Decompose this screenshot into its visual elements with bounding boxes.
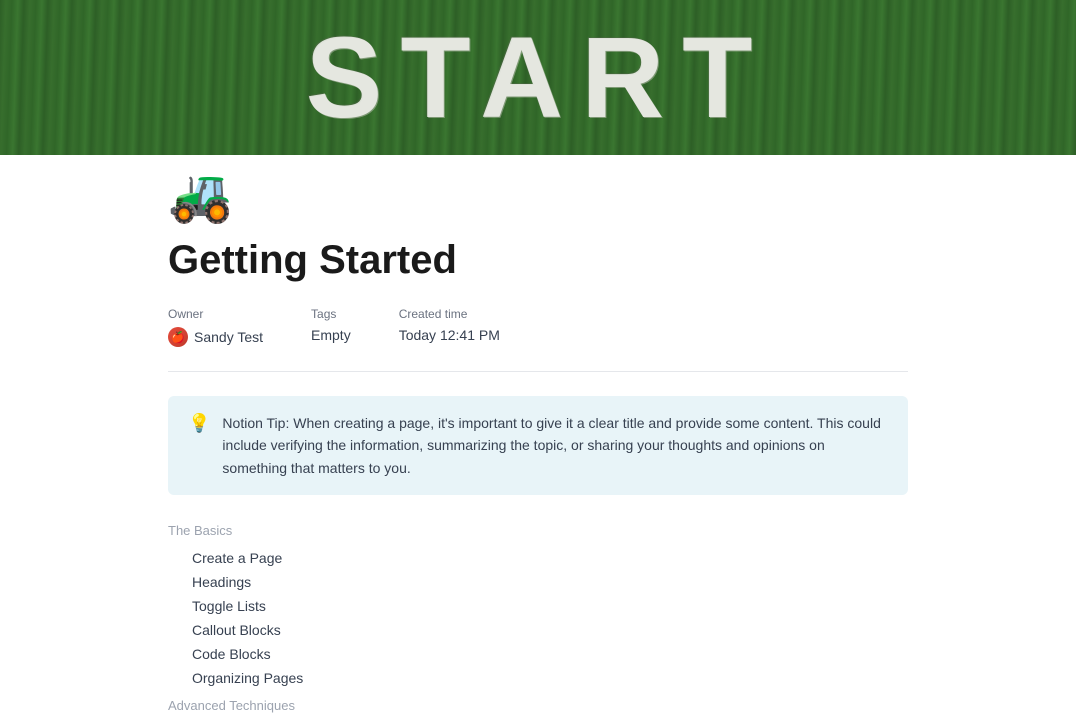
advanced-heading: Advanced Techniques [168, 698, 908, 713]
owner-name: Sandy Test [194, 329, 263, 345]
nav-item-label: Code Blocks [192, 646, 271, 662]
nav-item-toggle-lists[interactable]: Toggle Lists [168, 594, 908, 618]
owner-value: 🍎 Sandy Test [168, 327, 263, 347]
created-value: Today 12:41 PM [399, 327, 500, 343]
nav-item-create-page[interactable]: Create a Page [168, 546, 908, 570]
tags-metadata: Tags Empty [311, 307, 351, 343]
created-label: Created time [399, 307, 500, 321]
page-emoji: 🚜 [168, 145, 908, 226]
owner-label: Owner [168, 307, 263, 321]
basics-section: The Basics Create a Page Headings Toggle… [168, 523, 908, 690]
nav-item-label: Create a Page [192, 550, 282, 566]
callout-box: 💡 Notion Tip: When creating a page, it's… [168, 396, 908, 495]
nav-item-label: Toggle Lists [192, 598, 266, 614]
basics-nav-list: Create a Page Headings Toggle Lists Call… [168, 546, 908, 690]
advanced-section: Advanced Techniques [168, 698, 908, 713]
nav-item-organizing-pages[interactable]: Organizing Pages [168, 666, 908, 690]
hero-banner: START [0, 0, 1076, 155]
owner-metadata: Owner 🍎 Sandy Test [168, 307, 263, 347]
callout-text: Notion Tip: When creating a page, it's i… [222, 412, 888, 479]
nav-item-label: Headings [192, 574, 251, 590]
owner-avatar: 🍎 [168, 327, 188, 347]
metadata-section: Owner 🍎 Sandy Test Tags Empty Created ti… [168, 307, 908, 347]
nav-item-code-blocks[interactable]: Code Blocks [168, 642, 908, 666]
created-metadata: Created time Today 12:41 PM [399, 307, 500, 343]
nav-item-label: Organizing Pages [192, 670, 303, 686]
hero-text: START [286, 12, 791, 144]
content-divider [168, 371, 908, 372]
basics-heading: The Basics [168, 523, 908, 538]
nav-item-label: Callout Blocks [192, 622, 281, 638]
callout-icon: 💡 [188, 413, 210, 434]
nav-item-headings[interactable]: Headings [168, 570, 908, 594]
page-title: Getting Started [168, 238, 908, 283]
page-content: 🚜 Getting Started Owner 🍎 Sandy Test Tag… [88, 145, 988, 713]
tags-label: Tags [311, 307, 351, 321]
nav-item-callout-blocks[interactable]: Callout Blocks [168, 618, 908, 642]
tags-value: Empty [311, 327, 351, 343]
